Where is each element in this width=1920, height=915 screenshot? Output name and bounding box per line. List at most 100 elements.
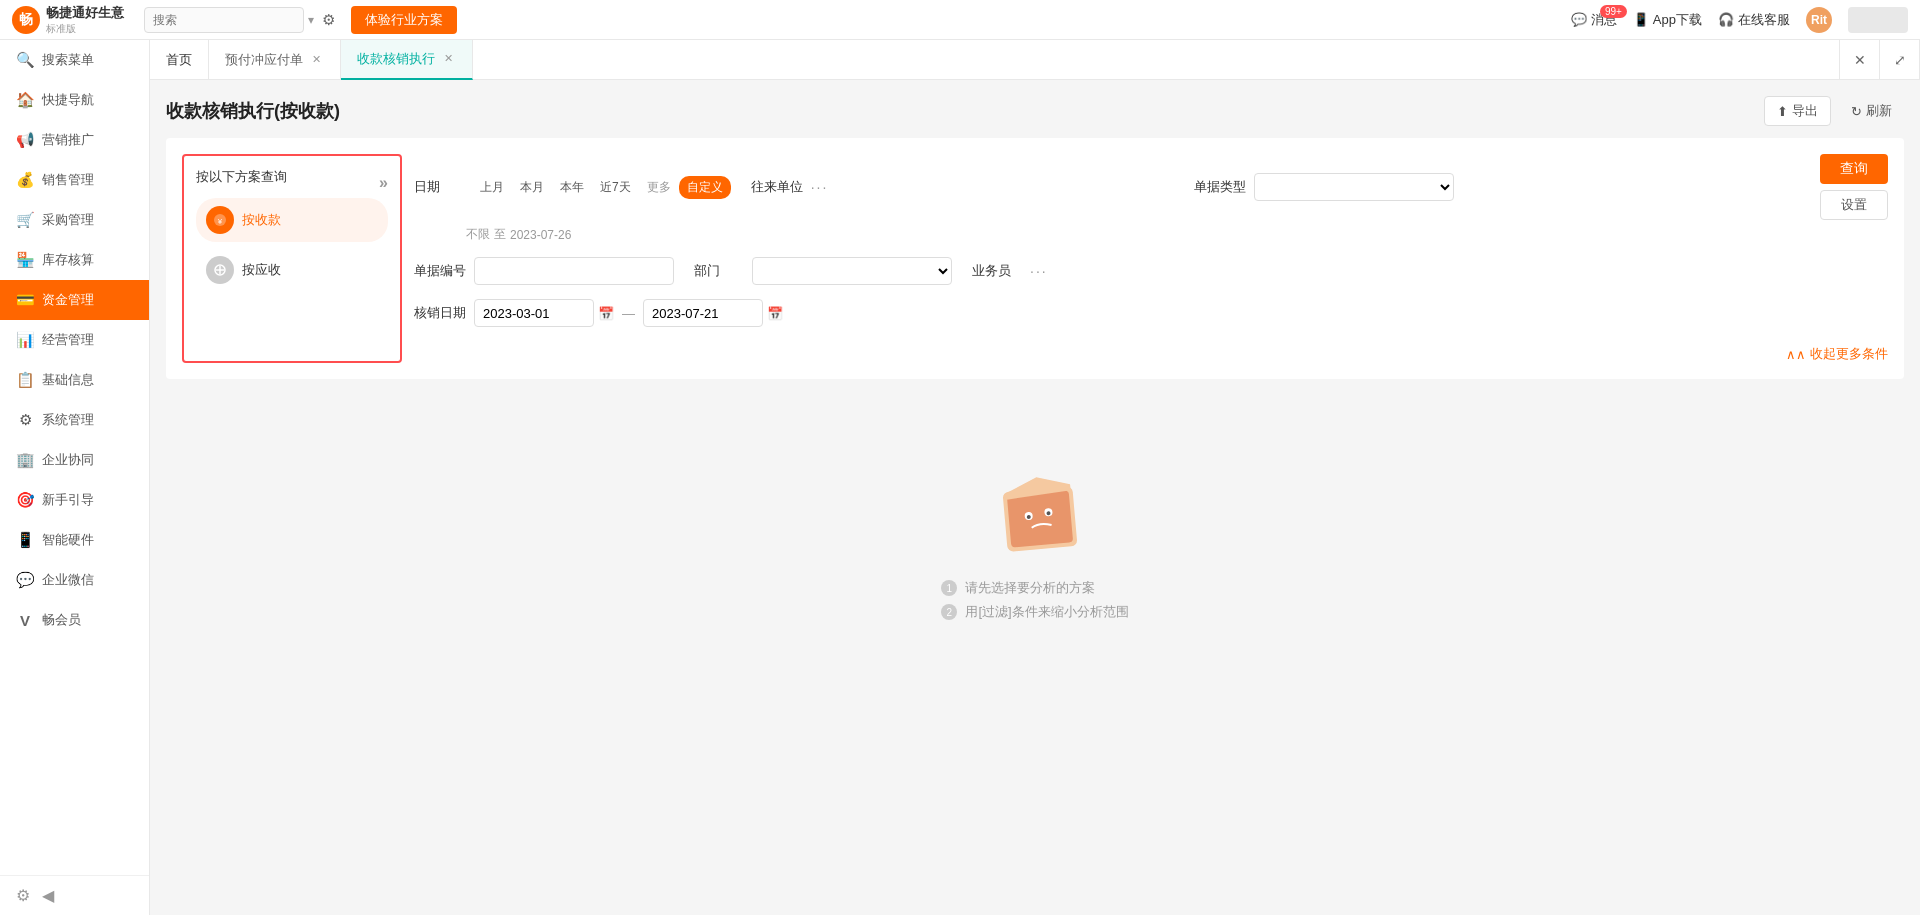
sidebar-item-guide[interactable]: 🎯 新手引导 <box>0 480 149 520</box>
sidebar: 🔍 搜索菜单 🏠 快捷导航 📢 营销推广 💰 销售管理 🛒 采购管理 🏪 库存核… <box>0 40 150 915</box>
date-btn-this-year[interactable]: 本年 <box>552 176 592 199</box>
tab-home-label: 首页 <box>166 51 192 69</box>
voucher-no-input[interactable] <box>474 257 674 285</box>
sidebar-item-wechat[interactable]: 💬 企业微信 <box>0 560 149 600</box>
filter-group-unit: 往来单位 ··· <box>751 178 829 196</box>
topbar-right: 💬 消息 99+ 📱 App下载 🎧 在线客服 Rit <box>1571 7 1908 33</box>
sidebar-item-purchase[interactable]: 🛒 采购管理 <box>0 200 149 240</box>
enterprise-icon: 🏢 <box>16 451 34 469</box>
topbar-search-input[interactable] <box>144 7 304 33</box>
filter-group-voucher-type: 单据类型 <box>1194 173 1454 201</box>
date-label: 日期 <box>414 178 464 196</box>
solution-button[interactable]: 体验行业方案 <box>351 6 457 34</box>
chevron-down-icon[interactable]: ▾ <box>308 13 314 27</box>
collapse-sidebar-icon[interactable]: ◀ <box>42 886 54 905</box>
tab-home[interactable]: 首页 <box>150 40 209 80</box>
finance-icon: 💳 <box>16 291 34 309</box>
app-icon: 📱 <box>1633 12 1649 27</box>
date-separator: 至 <box>494 226 506 243</box>
svg-text:¥: ¥ <box>217 217 223 226</box>
tabbar: 首页 预付冲应付单 ✕ 收款核销执行 ✕ ✕ ⤢ <box>150 40 1920 80</box>
filter-group-dept: 部门 <box>694 257 952 285</box>
sidebar-label-operation: 经营管理 <box>42 331 94 349</box>
sidebar-item-system[interactable]: ⚙ 系统管理 <box>0 400 149 440</box>
filter-collapse-icon[interactable]: » <box>379 174 388 192</box>
brand-text: 畅捷通好生意 标准版 <box>46 4 124 36</box>
date-btn-more[interactable]: 更多 <box>639 176 679 199</box>
empty-hint-1: 1 请先选择要分析的方案 <box>941 579 1128 597</box>
date-btn-this-month[interactable]: 本月 <box>512 176 552 199</box>
writeoff-date-start-wrap: 📅 <box>474 299 614 327</box>
writeoff-date-start-input[interactable] <box>474 299 594 327</box>
online-service-button[interactable]: 🎧 在线客服 <box>1718 11 1790 29</box>
tab-receipt-writeoff[interactable]: 收款核销执行 ✕ <box>341 40 473 80</box>
unit-dots[interactable]: ··· <box>811 179 829 195</box>
filter-option-by-receivable-label: 按应收 <box>242 261 281 279</box>
service-label: 在线客服 <box>1738 11 1790 29</box>
empty-text: 1 请先选择要分析的方案 2 用[过滤]条件来缩小分析范围 <box>941 579 1128 627</box>
refresh-button[interactable]: ↻ 刷新 <box>1839 96 1904 126</box>
sidebar-item-sales[interactable]: 💰 销售管理 <box>0 160 149 200</box>
tab-receipt-writeoff-close[interactable]: ✕ <box>441 51 456 66</box>
wechat-icon: 💬 <box>16 571 34 589</box>
tab-prepay[interactable]: 预付冲应付单 ✕ <box>209 40 341 80</box>
dept-select[interactable] <box>752 257 952 285</box>
sidebar-item-operation[interactable]: 📊 经营管理 <box>0 320 149 360</box>
date-nolimit-row: 不限 至 2023-07-26 <box>466 226 1888 243</box>
sidebar-item-enterprise[interactable]: 🏢 企业协同 <box>0 440 149 480</box>
setting-button[interactable]: 设置 <box>1820 190 1888 220</box>
empty-num-1: 1 <box>941 580 957 596</box>
filter-option-by-receivable[interactable]: 按应收 <box>196 248 388 292</box>
service-icon: 🎧 <box>1718 12 1734 27</box>
message-button[interactable]: 💬 消息 99+ <box>1571 11 1617 29</box>
filter-option-by-receipt-label: 按收款 <box>242 211 281 229</box>
tab-prepay-close[interactable]: ✕ <box>309 52 324 67</box>
sidebar-item-hardware[interactable]: 📱 智能硬件 <box>0 520 149 560</box>
sidebar-item-marketing[interactable]: 📢 营销推广 <box>0 120 149 160</box>
filter-option-by-receipt[interactable]: ¥ 按收款 <box>196 198 388 242</box>
tab-prepay-label: 预付冲应付单 <box>225 51 303 69</box>
sidebar-item-finance[interactable]: 💳 资金管理 <box>0 280 149 320</box>
filter-scheme-panel: 按以下方案查询 » ¥ 按收款 按应收 <box>182 154 402 363</box>
query-button[interactable]: 查询 <box>1820 154 1888 184</box>
empty-num-2: 2 <box>941 604 957 620</box>
empty-hint-2-text: 用[过滤]条件来缩小分析范围 <box>965 603 1128 621</box>
export-button[interactable]: ⬆ 导出 <box>1764 96 1831 126</box>
sidebar-label-quick-nav: 快捷导航 <box>42 91 94 109</box>
date-btn-last-7days[interactable]: 近7天 <box>592 176 639 199</box>
staff-dots[interactable]: ··· <box>1030 263 1048 279</box>
sidebar-label-member: 畅会员 <box>42 611 81 629</box>
sidebar-label-hardware: 智能硬件 <box>42 531 94 549</box>
settings-icon[interactable]: ⚙ <box>16 886 30 905</box>
sidebar-label-basic-info: 基础信息 <box>42 371 94 389</box>
calendar-end-icon[interactable]: 📅 <box>767 306 783 321</box>
sidebar-item-member[interactable]: V 畅会员 <box>0 600 149 640</box>
sales-icon: 💰 <box>16 171 34 189</box>
sidebar-label-search-menu: 搜索菜单 <box>42 51 94 69</box>
date-buttons: 上月 本月 本年 近7天 更多 自定义 <box>472 176 731 199</box>
main-layout: 🔍 搜索菜单 🏠 快捷导航 📢 营销推广 💰 销售管理 🛒 采购管理 🏪 库存核… <box>0 40 1920 915</box>
date-btn-last-month[interactable]: 上月 <box>472 176 512 199</box>
close-all-tabs-button[interactable]: ✕ <box>1840 40 1880 80</box>
date-btn-custom[interactable]: 自定义 <box>679 176 731 199</box>
voucher-type-select[interactable] <box>1254 173 1454 201</box>
app-download-button[interactable]: 📱 App下载 <box>1633 11 1702 29</box>
calendar-start-icon[interactable]: 📅 <box>598 306 614 321</box>
sidebar-item-inventory[interactable]: 🏪 库存核算 <box>0 240 149 280</box>
system-icon: ⚙ <box>16 411 34 429</box>
sidebar-item-quick-nav[interactable]: 🏠 快捷导航 <box>0 80 149 120</box>
sidebar-label-marketing: 营销推广 <box>42 131 94 149</box>
quick-nav-icon: 🏠 <box>16 91 34 109</box>
sidebar-label-finance: 资金管理 <box>42 291 94 309</box>
logo-icon: 畅 <box>12 6 40 34</box>
user-avatar: Rit <box>1806 7 1832 33</box>
voucher-no-label: 单据编号 <box>414 262 466 280</box>
gear-icon[interactable]: ⚙ <box>322 11 335 29</box>
expand-button[interactable]: ⤢ <box>1880 40 1920 80</box>
sidebar-item-basic-info[interactable]: 📋 基础信息 <box>0 360 149 400</box>
marketing-icon: 📢 <box>16 131 34 149</box>
sidebar-item-search-menu[interactable]: 🔍 搜索菜单 <box>0 40 149 80</box>
collapse-more-button[interactable]: ∧∧ 收起更多条件 <box>1786 345 1888 363</box>
writeoff-date-end-input[interactable] <box>643 299 763 327</box>
filter-group-voucher-no: 单据编号 <box>414 257 674 285</box>
